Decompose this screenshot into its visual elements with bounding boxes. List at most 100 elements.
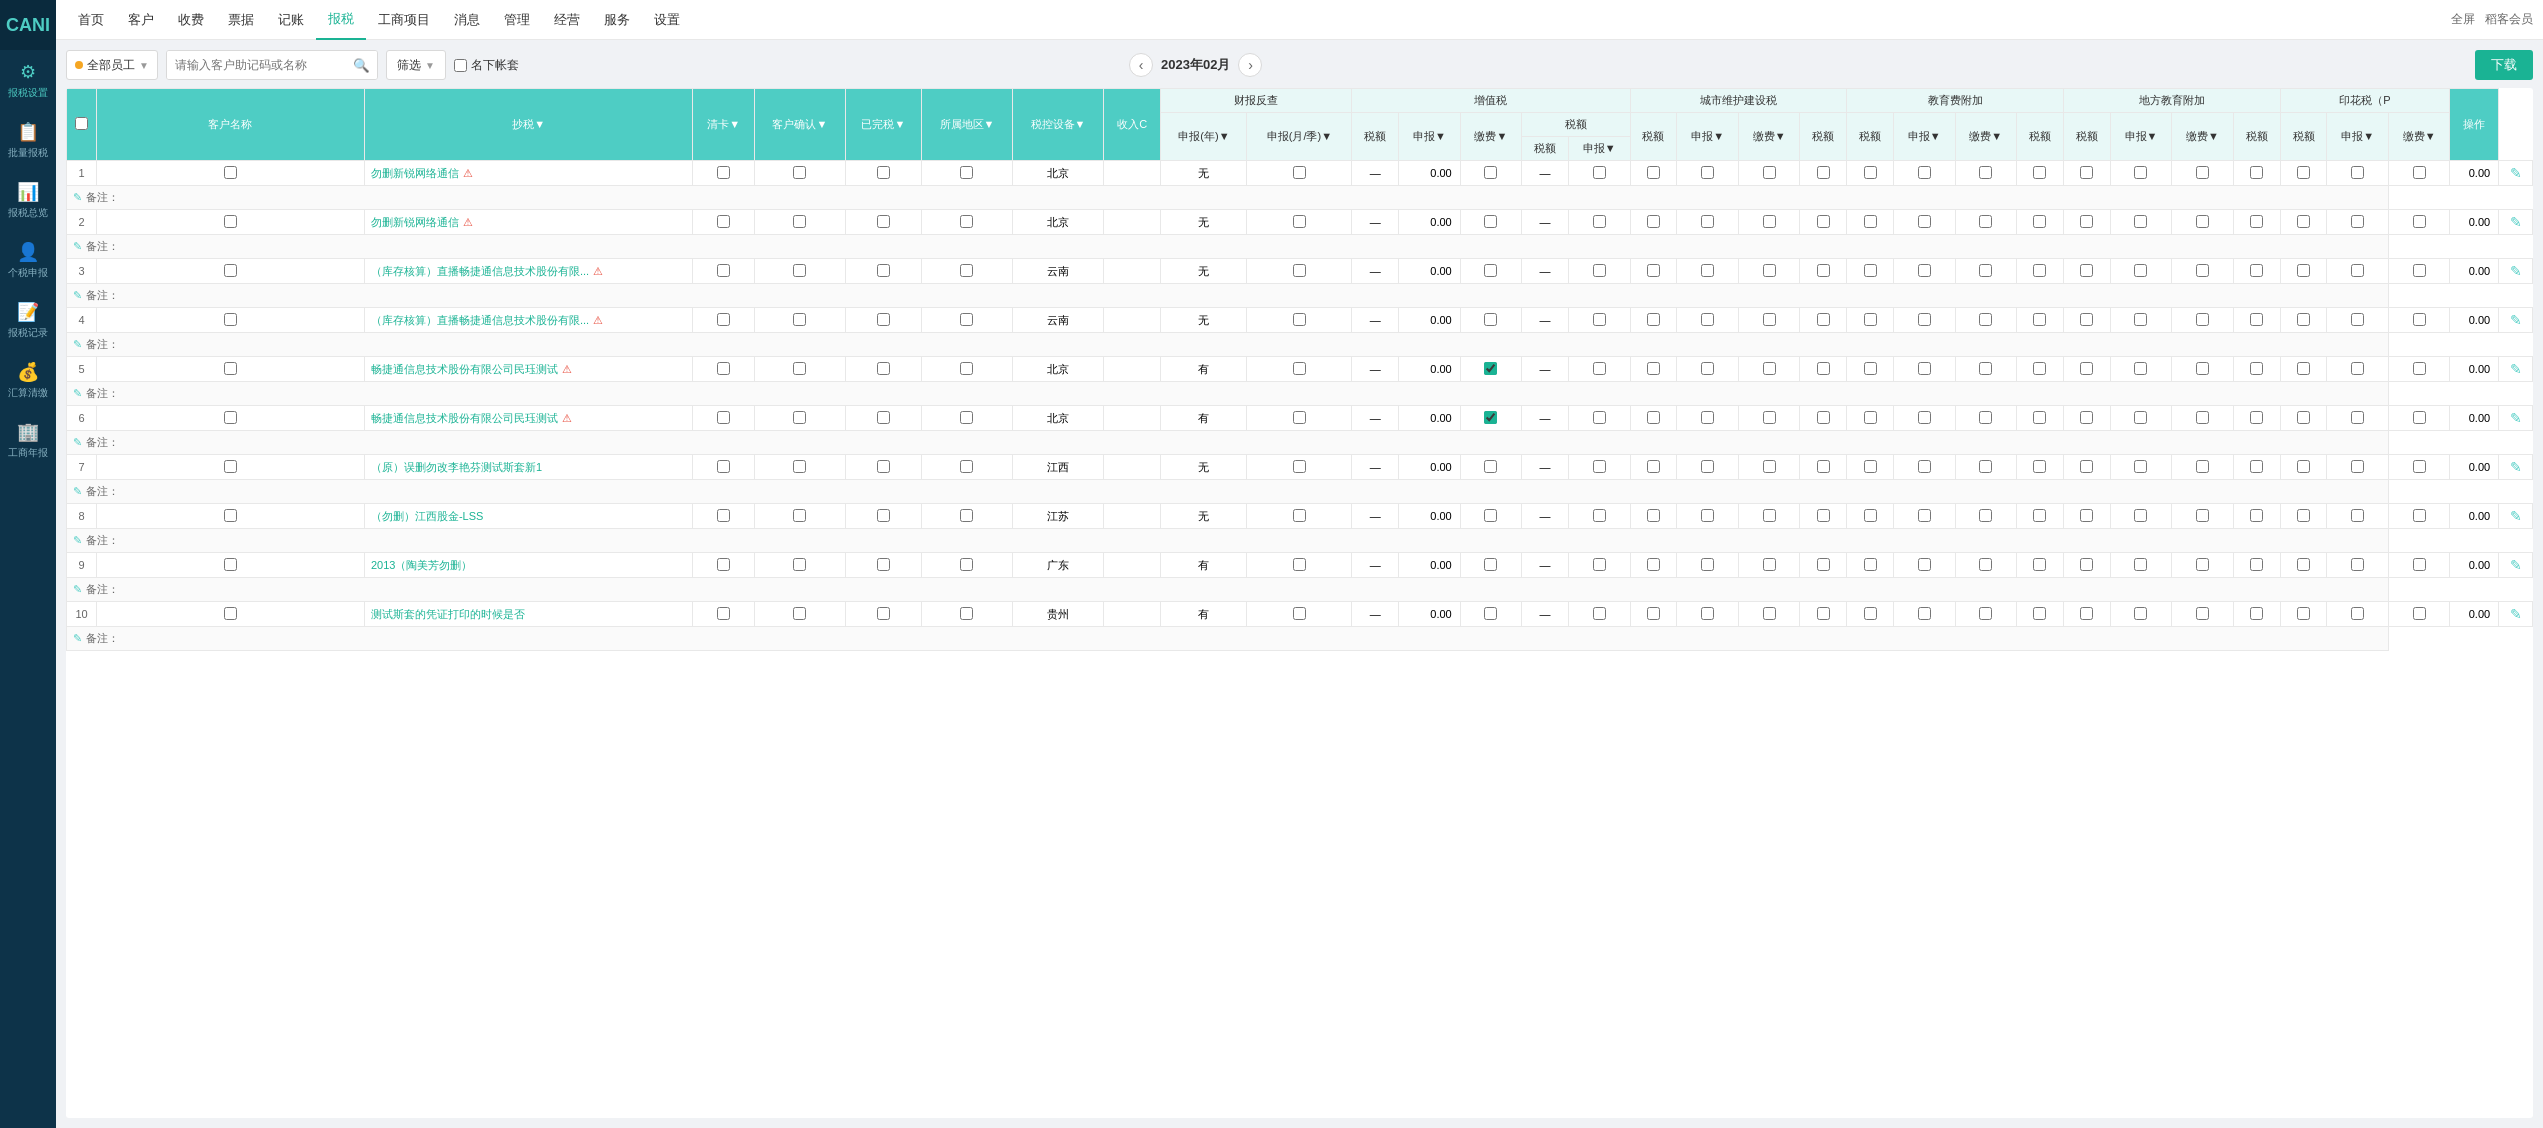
extra-checkbox-0[interactable] <box>1593 264 1606 277</box>
extra-checkbox-1[interactable] <box>1647 264 1660 277</box>
checkbox-chaoshu[interactable] <box>717 411 730 424</box>
extra-checkbox-11[interactable] <box>2196 509 2209 522</box>
nav-guanli[interactable]: 管理 <box>492 0 542 40</box>
extra-checkbox-5[interactable] <box>1864 558 1877 571</box>
filter-button[interactable]: 筛选 ▼ <box>386 50 446 80</box>
checkbox-qingka[interactable] <box>793 411 806 424</box>
zz-shenb-checkbox[interactable] <box>1484 509 1497 522</box>
checkbox-label[interactable]: 名下帐套 <box>454 57 519 74</box>
company-name-link[interactable]: （勿删）江西股金-LSS <box>371 510 483 522</box>
checkbox-chaoshu[interactable] <box>717 264 730 277</box>
extra-checkbox-9[interactable] <box>2080 460 2093 473</box>
extra-checkbox-15[interactable] <box>2413 607 2426 620</box>
extra-checkbox-5[interactable] <box>1864 509 1877 522</box>
extra-checkbox-5[interactable] <box>1864 411 1877 424</box>
edit-note-icon[interactable]: ✎ <box>73 632 82 644</box>
extra-checkbox-14[interactable] <box>2351 411 2364 424</box>
nav-piaoju[interactable]: 票据 <box>216 0 266 40</box>
extra-checkbox-13[interactable] <box>2297 362 2310 375</box>
extra-checkbox-4[interactable] <box>1817 411 1830 424</box>
company-name-link[interactable]: （原）误删勿改李艳芬测试斯套新1 <box>371 461 542 473</box>
next-page-button[interactable]: › <box>1238 53 1262 77</box>
extra-checkbox-1[interactable] <box>1647 362 1660 375</box>
extra-checkbox-4[interactable] <box>1817 509 1830 522</box>
extra-checkbox-11[interactable] <box>2196 166 2209 179</box>
extra-checkbox-13[interactable] <box>2297 166 2310 179</box>
checkbox-qingka[interactable] <box>793 607 806 620</box>
edit-icon[interactable]: ✎ <box>2510 459 2522 475</box>
checkbox-chaoshu[interactable] <box>717 362 730 375</box>
extra-checkbox-0[interactable] <box>1593 607 1606 620</box>
sidebar-item-baoshuishezhi[interactable]: ⚙ 报税设置 <box>0 50 56 110</box>
extra-checkbox-3[interactable] <box>1763 460 1776 473</box>
checkbox-yiwanshu[interactable] <box>960 558 973 571</box>
caibao-year-checkbox[interactable] <box>1293 460 1306 473</box>
extra-checkbox-14[interactable] <box>2351 558 2364 571</box>
row-select-checkbox[interactable] <box>224 411 237 424</box>
extra-checkbox-2[interactable] <box>1701 509 1714 522</box>
nav-shezhi[interactable]: 设置 <box>642 0 692 40</box>
extra-checkbox-14[interactable] <box>2351 362 2364 375</box>
extra-checkbox-9[interactable] <box>2080 411 2093 424</box>
extra-checkbox-9[interactable] <box>2080 607 2093 620</box>
edit-icon[interactable]: ✎ <box>2510 165 2522 181</box>
employee-filter[interactable]: 全部员工 ▼ <box>66 50 158 80</box>
extra-checkbox-13[interactable] <box>2297 509 2310 522</box>
extra-checkbox-11[interactable] <box>2196 411 2209 424</box>
extra-checkbox-10[interactable] <box>2134 607 2147 620</box>
zz-shenb-checkbox[interactable] <box>1484 215 1497 228</box>
extra-checkbox-8[interactable] <box>2033 411 2046 424</box>
row-select-checkbox[interactable] <box>224 460 237 473</box>
select-all-checkbox[interactable] <box>75 117 88 130</box>
checkbox-chaoshu[interactable] <box>717 313 730 326</box>
extra-checkbox-13[interactable] <box>2297 264 2310 277</box>
extra-checkbox-1[interactable] <box>1647 509 1660 522</box>
extra-checkbox-2[interactable] <box>1701 215 1714 228</box>
caibao-year-checkbox[interactable] <box>1293 264 1306 277</box>
extra-checkbox-15[interactable] <box>2413 411 2426 424</box>
extra-checkbox-10[interactable] <box>2134 460 2147 473</box>
extra-checkbox-12[interactable] <box>2250 215 2263 228</box>
extra-checkbox-2[interactable] <box>1701 411 1714 424</box>
zz-shenb-checkbox[interactable] <box>1484 460 1497 473</box>
row-select-checkbox[interactable] <box>224 264 237 277</box>
checkbox-yiwanshu[interactable] <box>960 215 973 228</box>
extra-checkbox-3[interactable] <box>1763 607 1776 620</box>
caibao-year-checkbox[interactable] <box>1293 362 1306 375</box>
extra-checkbox-5[interactable] <box>1864 460 1877 473</box>
extra-checkbox-8[interactable] <box>2033 166 2046 179</box>
extra-checkbox-1[interactable] <box>1647 460 1660 473</box>
extra-checkbox-2[interactable] <box>1701 313 1714 326</box>
extra-checkbox-8[interactable] <box>2033 460 2046 473</box>
extra-checkbox-1[interactable] <box>1647 313 1660 326</box>
extra-checkbox-11[interactable] <box>2196 215 2209 228</box>
extra-checkbox-8[interactable] <box>2033 509 2046 522</box>
extra-checkbox-5[interactable] <box>1864 264 1877 277</box>
extra-checkbox-9[interactable] <box>2080 558 2093 571</box>
extra-checkbox-10[interactable] <box>2134 509 2147 522</box>
extra-checkbox-8[interactable] <box>2033 313 2046 326</box>
checkbox-qingka[interactable] <box>793 166 806 179</box>
edit-note-icon[interactable]: ✎ <box>73 240 82 252</box>
checkbox-qingka[interactable] <box>793 509 806 522</box>
zz-shenb-checkbox[interactable] <box>1484 362 1497 375</box>
extra-checkbox-7[interactable] <box>1979 607 1992 620</box>
checkbox-qingka[interactable] <box>793 558 806 571</box>
checkbox-yiwanshu[interactable] <box>960 166 973 179</box>
extra-checkbox-13[interactable] <box>2297 558 2310 571</box>
extra-checkbox-7[interactable] <box>1979 215 1992 228</box>
nav-xiaoxi[interactable]: 消息 <box>442 0 492 40</box>
checkbox-yiwanshu[interactable] <box>960 362 973 375</box>
zz-shenb-checkbox[interactable] <box>1484 313 1497 326</box>
company-name-link[interactable]: 勿删新锐网络通信 <box>371 167 459 179</box>
extra-checkbox-9[interactable] <box>2080 509 2093 522</box>
checkbox-chaoshu[interactable] <box>717 460 730 473</box>
edit-note-icon[interactable]: ✎ <box>73 191 82 203</box>
company-name-link[interactable]: （库存核算）直播畅捷通信息技术股份有限... <box>371 265 589 277</box>
row-select-checkbox[interactable] <box>224 607 237 620</box>
extra-checkbox-1[interactable] <box>1647 558 1660 571</box>
nav-home[interactable]: 首页 <box>66 0 116 40</box>
extra-checkbox-10[interactable] <box>2134 264 2147 277</box>
extra-checkbox-6[interactable] <box>1918 215 1931 228</box>
extra-checkbox-12[interactable] <box>2250 607 2263 620</box>
